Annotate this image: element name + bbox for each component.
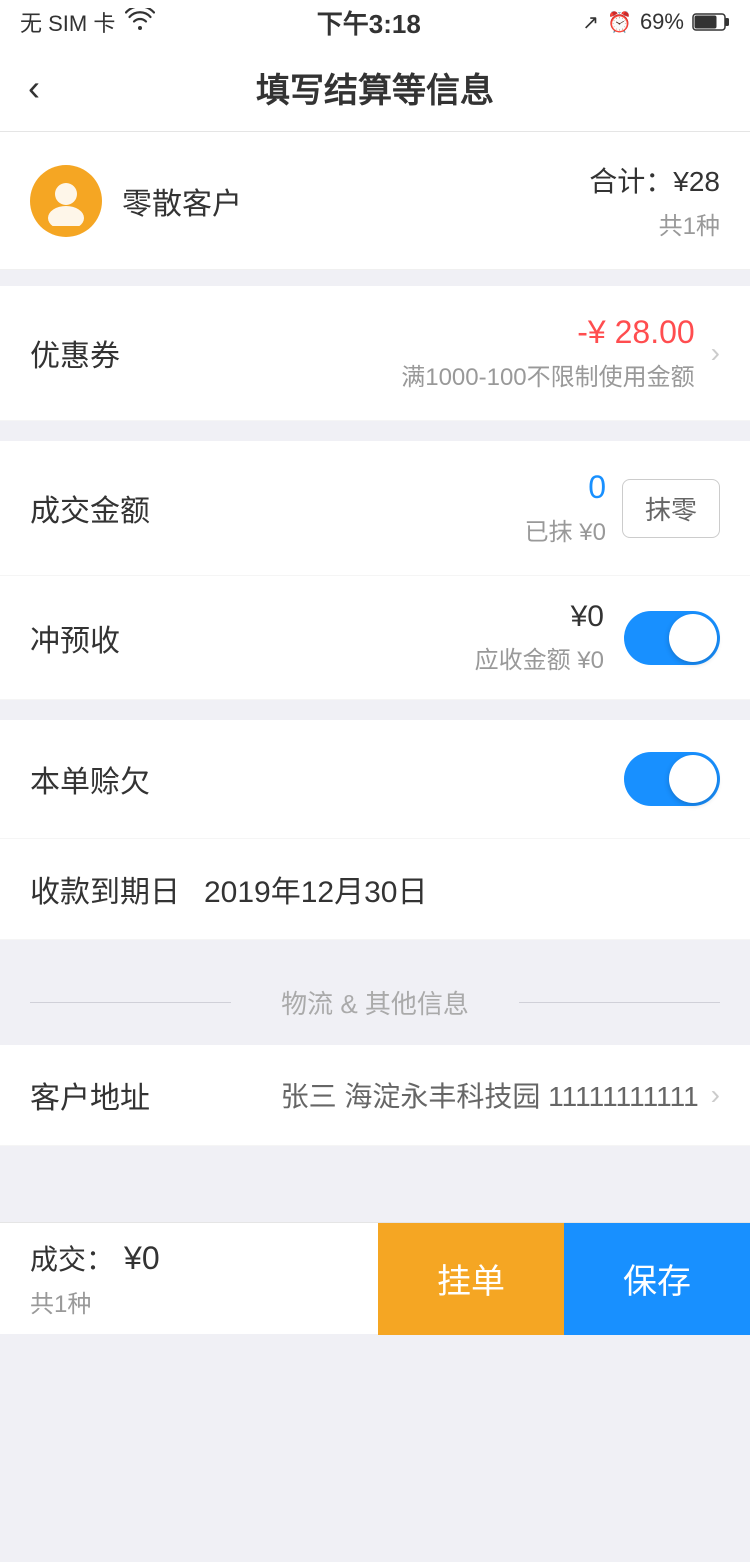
summary-label: 成交： xyxy=(30,1238,114,1278)
prepay-toggle[interactable] xyxy=(624,611,720,665)
status-left: 无 SIM 卡 xyxy=(20,6,155,38)
coupon-label: 优惠券 xyxy=(30,331,120,375)
logistics-label: 物流 & 其他信息 xyxy=(281,984,469,1021)
status-bar: 无 SIM 卡 下午3:18 ↗ ⏰ 69% xyxy=(0,0,750,44)
nav-bar: ‹ 填写结算等信息 xyxy=(0,44,750,132)
due-date-value: 2019年12月30日 xyxy=(204,867,427,911)
nav-title: 填写结算等信息 xyxy=(256,63,494,112)
total-amount: 合计：¥28 xyxy=(589,160,720,200)
alarm-icon: ⏰ xyxy=(607,10,632,35)
deal-card: 成交金额 0 已抹 ¥0 抹零 冲预收 ¥0 应收金额 ¥0 xyxy=(0,441,750,700)
address-chevron-icon: › xyxy=(711,1079,720,1111)
summary-count: 共1种 xyxy=(30,1284,348,1319)
logistics-line-right xyxy=(519,1002,720,1003)
address-row[interactable]: 客户地址 张三 海淀永丰科技园 11111111111 › xyxy=(0,1045,750,1146)
total-count: 共1种 xyxy=(589,206,720,241)
section-divider-3 xyxy=(0,940,750,960)
coupon-row[interactable]: 优惠券 -¥ 28.00 满1000-100不限制使用金额 › xyxy=(0,286,750,421)
status-right: ↗ ⏰ 69% xyxy=(582,9,730,35)
prepay-sub: 应收金额 ¥0 xyxy=(475,640,604,675)
logistics-divider: 物流 & 其他信息 xyxy=(0,960,750,1045)
customer-name: 零散客户 xyxy=(122,179,242,223)
coupon-card[interactable]: 优惠券 -¥ 28.00 满1000-100不限制使用金额 › xyxy=(0,286,750,421)
prepay-row: 冲预收 ¥0 应收金额 ¥0 xyxy=(0,576,750,700)
debt-row: 本单赊欠 xyxy=(0,720,750,839)
summary-amount: ¥0 xyxy=(124,1240,160,1277)
debt-label: 本单赊欠 xyxy=(30,757,150,801)
customer-card: 零散客户 合计：¥28 共1种 xyxy=(0,132,750,270)
back-button[interactable]: ‹ xyxy=(28,67,40,109)
customer-total: 合计：¥28 共1种 xyxy=(589,160,720,241)
bottom-summary-line1: 成交： ¥0 xyxy=(30,1238,348,1278)
content-area: 零散客户 合计：¥28 共1种 优惠券 -¥ 28.00 满1000-100不限… xyxy=(0,132,750,1562)
debt-card: 本单赊欠 收款到期日 2019年12月30日 xyxy=(0,720,750,940)
battery-label: 69% xyxy=(640,9,684,35)
location-icon: ↗ xyxy=(582,10,599,35)
hold-button[interactable]: 挂单 xyxy=(378,1223,564,1335)
customer-left: 零散客户 xyxy=(30,165,242,237)
address-value: 张三 海淀永丰科技园 11111111111 xyxy=(174,1075,699,1115)
prepay-label: 冲预收 xyxy=(30,616,120,660)
logistics-line-left xyxy=(30,1002,231,1003)
customer-row: 零散客户 合计：¥28 共1种 xyxy=(0,132,750,270)
address-card[interactable]: 客户地址 张三 海淀永丰科技园 11111111111 › xyxy=(0,1045,750,1146)
due-date-label: 收款到期日 xyxy=(30,867,180,911)
prepay-values: ¥0 应收金额 ¥0 xyxy=(475,600,604,675)
deal-label: 成交金额 xyxy=(30,486,150,530)
address-label: 客户地址 xyxy=(30,1073,150,1117)
section-divider-1 xyxy=(0,421,750,441)
status-time: 下午3:18 xyxy=(317,4,421,41)
deal-right: 0 已抹 ¥0 抹零 xyxy=(525,469,720,547)
bottom-bar: 成交： ¥0 共1种 挂单 保存 xyxy=(0,1222,750,1334)
prepay-amount: ¥0 xyxy=(475,600,604,634)
prepay-right: ¥0 应收金额 ¥0 xyxy=(475,600,720,675)
coupon-desc: 满1000-100不限制使用金额 xyxy=(401,357,694,392)
chevron-icon: › xyxy=(711,337,720,369)
save-button[interactable]: 保存 xyxy=(564,1223,750,1335)
deal-sub: 已抹 ¥0 xyxy=(525,512,606,547)
debt-toggle[interactable] xyxy=(624,752,720,806)
section-divider-2 xyxy=(0,700,750,720)
battery-icon xyxy=(692,12,730,32)
carrier-label: 无 SIM 卡 xyxy=(20,6,115,38)
coupon-discount: -¥ 28.00 xyxy=(401,314,694,351)
coupon-right: -¥ 28.00 满1000-100不限制使用金额 › xyxy=(401,314,720,392)
customer-avatar xyxy=(30,165,102,237)
deal-value: 0 xyxy=(525,469,606,506)
due-date-row: 收款到期日 2019年12月30日 xyxy=(0,839,750,940)
debt-toggle-knob xyxy=(669,755,717,803)
bottom-summary: 成交： ¥0 共1种 xyxy=(0,1238,378,1319)
wifi-icon xyxy=(125,8,155,36)
toggle-knob xyxy=(669,614,717,662)
deal-row: 成交金额 0 已抹 ¥0 抹零 xyxy=(0,441,750,576)
round-off-button[interactable]: 抹零 xyxy=(622,479,720,538)
